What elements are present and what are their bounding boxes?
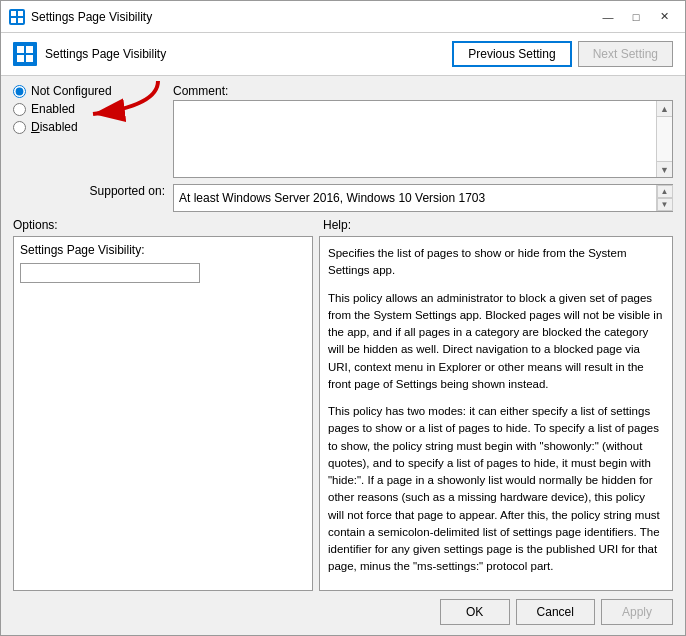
svg-rect-6 <box>17 55 24 62</box>
supported-label: Supported on: <box>13 184 173 198</box>
disabled-input[interactable] <box>13 121 26 134</box>
window-controls: — □ ✕ <box>595 7 677 27</box>
svg-rect-4 <box>17 46 24 53</box>
comment-scrollbar: ▲ ▼ <box>656 101 672 177</box>
svg-rect-7 <box>26 55 33 62</box>
minimize-button[interactable]: — <box>595 7 621 27</box>
next-setting-button: Next Setting <box>578 41 673 67</box>
comment-label: Comment: <box>173 84 673 98</box>
svg-rect-3 <box>18 18 23 23</box>
svg-rect-5 <box>26 46 33 53</box>
options-label: Options: <box>13 218 323 232</box>
comment-box: ▲ ▼ <box>173 100 673 178</box>
previous-setting-button[interactable]: Previous Setting <box>452 41 571 67</box>
options-help-labels: Options: Help: <box>13 218 673 232</box>
main-content: Not Configured Enabled Disabled Comment: <box>1 76 685 591</box>
title-bar: Settings Page Visibility — □ ✕ <box>1 1 685 33</box>
comment-textarea[interactable] <box>174 101 656 177</box>
supported-scrollbar: ▲ ▼ <box>656 185 672 211</box>
options-box-label: Settings Page Visibility: <box>20 243 306 257</box>
supported-scroll-up[interactable]: ▲ <box>657 185 673 198</box>
window-icon <box>9 9 25 25</box>
enabled-input[interactable] <box>13 103 26 116</box>
footer: OK Cancel Apply <box>1 591 685 635</box>
supported-row: Supported on: At least Windows Server 20… <box>13 184 673 212</box>
settings-visibility-input[interactable] <box>20 263 200 283</box>
header-icon <box>13 42 37 66</box>
ok-button[interactable]: OK <box>440 599 510 625</box>
apply-button: Apply <box>601 599 673 625</box>
comment-scroll-track <box>657 117 672 161</box>
disabled-label: Disabled <box>31 120 78 134</box>
radio-section: Not Configured Enabled Disabled <box>13 84 173 178</box>
supported-value: At least Windows Server 2016, Windows 10… <box>179 191 485 205</box>
window-title: Settings Page Visibility <box>31 10 595 24</box>
help-label: Help: <box>323 218 673 232</box>
options-help-boxes: Settings Page Visibility: Specifies the … <box>13 236 673 591</box>
options-help-section: Options: Help: Settings Page Visibility:… <box>13 218 673 591</box>
header: Settings Page Visibility Previous Settin… <box>1 33 685 76</box>
svg-rect-0 <box>11 11 16 16</box>
help-para-1: Specifies the list of pages to show or h… <box>328 245 664 280</box>
not-configured-input[interactable] <box>13 85 26 98</box>
supported-value-box: At least Windows Server 2016, Windows 10… <box>173 184 673 212</box>
help-para-2: This policy allows an administrator to b… <box>328 290 664 394</box>
comment-scroll-up[interactable]: ▲ <box>657 101 672 117</box>
radio-comment-row: Not Configured Enabled Disabled Comment: <box>13 84 673 178</box>
red-arrow <box>73 76 163 126</box>
cancel-button[interactable]: Cancel <box>516 599 595 625</box>
help-para-3: This policy has two modes: it can either… <box>328 403 664 576</box>
maximize-button[interactable]: □ <box>623 7 649 27</box>
svg-rect-1 <box>18 11 23 16</box>
svg-rect-2 <box>11 18 16 23</box>
comment-section: Comment: ▲ ▼ <box>173 84 673 178</box>
header-nav-buttons: Previous Setting Next Setting <box>452 41 673 67</box>
main-window: Settings Page Visibility — □ ✕ Settings … <box>0 0 686 636</box>
header-title: Settings Page Visibility <box>45 47 452 61</box>
help-box: Specifies the list of pages to show or h… <box>319 236 673 591</box>
options-box: Settings Page Visibility: <box>13 236 313 591</box>
enabled-label: Enabled <box>31 102 75 116</box>
close-button[interactable]: ✕ <box>651 7 677 27</box>
comment-scroll-down[interactable]: ▼ <box>657 161 672 177</box>
supported-scroll-down[interactable]: ▼ <box>657 198 673 211</box>
